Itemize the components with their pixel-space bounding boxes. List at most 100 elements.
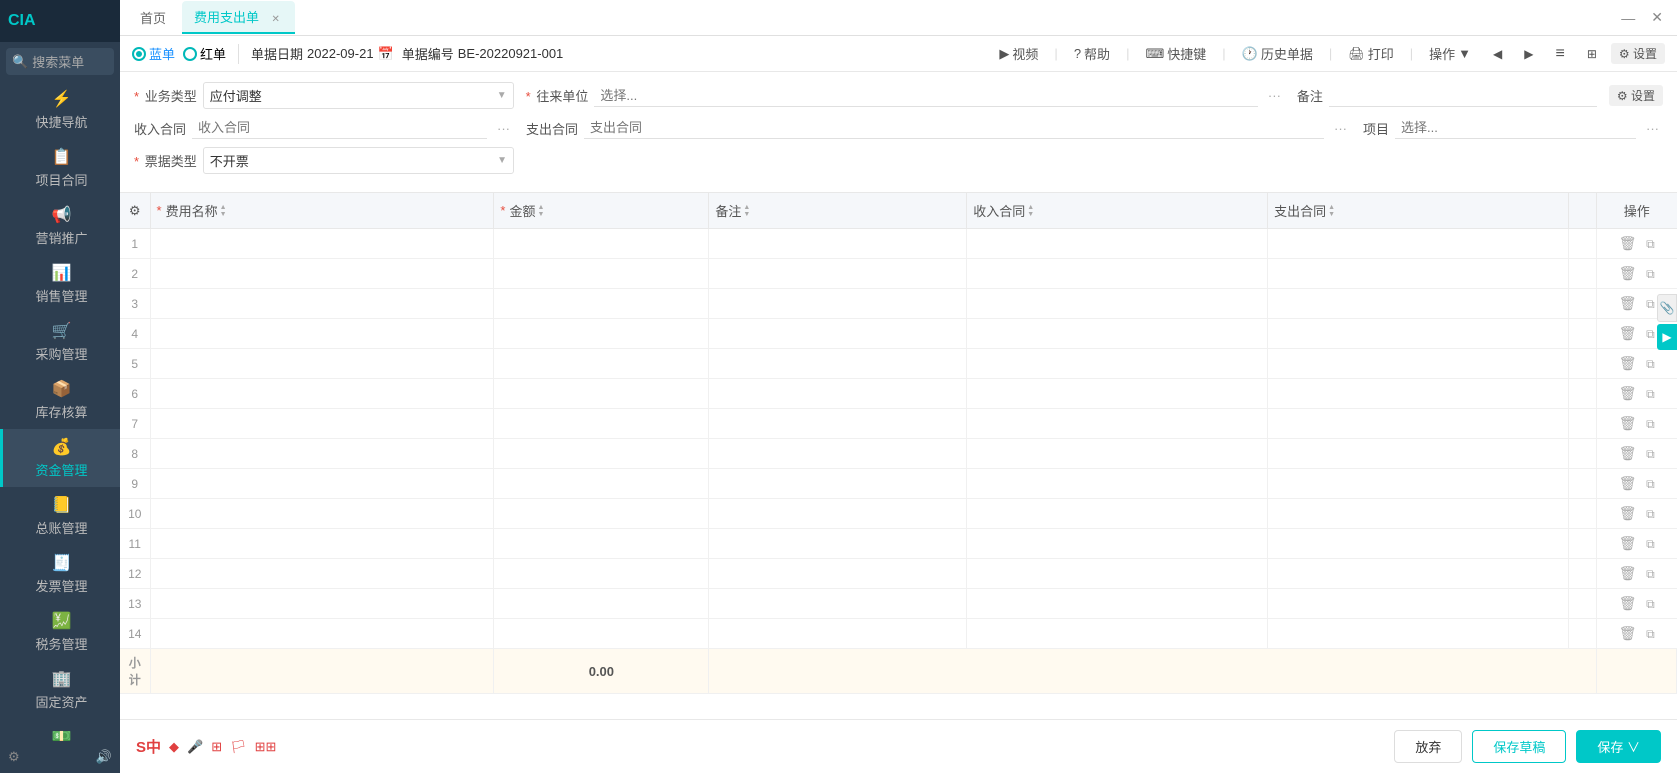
save-button[interactable]: 保存 ∨ bbox=[1576, 730, 1661, 763]
col-set-btn[interactable]: ⚙ 设置 bbox=[1609, 85, 1663, 106]
expense-contract-cell[interactable] bbox=[1268, 289, 1569, 319]
note-cell[interactable] bbox=[709, 619, 967, 649]
amount-cell[interactable] bbox=[494, 349, 709, 379]
amount-cell[interactable] bbox=[494, 409, 709, 439]
copy-icon[interactable]: ⧉ bbox=[1643, 387, 1658, 401]
sidebar-item-accounting[interactable]: 📒 总账管理 bbox=[0, 487, 120, 545]
sidebar-item-project-contract[interactable]: 📋 项目合同 bbox=[0, 139, 120, 197]
set-btn[interactable]: ⚙ 设置 bbox=[1611, 43, 1665, 64]
print-btn[interactable]: 🖨 打印 bbox=[1342, 42, 1400, 65]
sidebar-item-marketing[interactable]: 📢 营销推广 bbox=[0, 197, 120, 255]
amount-cell[interactable] bbox=[494, 319, 709, 349]
expense-name-cell[interactable] bbox=[150, 319, 494, 349]
expense-contract-cell[interactable] bbox=[1268, 319, 1569, 349]
delete-icon[interactable]: 🗑 bbox=[1616, 355, 1640, 371]
amount-cell[interactable] bbox=[494, 589, 709, 619]
delete-icon[interactable]: 🗑 bbox=[1616, 445, 1640, 461]
copy-icon[interactable]: ⧉ bbox=[1643, 357, 1658, 371]
income-contract-cell[interactable] bbox=[967, 259, 1268, 289]
expense-contract-cell[interactable] bbox=[1268, 379, 1569, 409]
tab-expense-bill[interactable]: 费用支出单 ✕ bbox=[182, 1, 295, 35]
expense-contract-cell[interactable] bbox=[1268, 529, 1569, 559]
copy-icon[interactable]: ⧉ bbox=[1643, 597, 1658, 611]
volume-icon[interactable]: 🔊 bbox=[96, 749, 112, 765]
note-cell[interactable] bbox=[709, 439, 967, 469]
note-cell[interactable] bbox=[709, 409, 967, 439]
amount-cell[interactable] bbox=[494, 259, 709, 289]
delete-icon[interactable]: 🗑 bbox=[1616, 265, 1640, 281]
project-input[interactable] bbox=[1395, 117, 1636, 139]
delete-icon[interactable]: 🗑 bbox=[1616, 535, 1640, 551]
expense-contract-dots[interactable]: ··· bbox=[1330, 121, 1351, 136]
expense-name-cell[interactable] bbox=[150, 619, 494, 649]
expense-name-cell[interactable] bbox=[150, 379, 494, 409]
minimize-btn[interactable]: — bbox=[1615, 8, 1641, 28]
tab-home[interactable]: 首页 bbox=[128, 2, 178, 33]
delete-icon[interactable]: 🗑 bbox=[1616, 385, 1640, 401]
expense-name-cell[interactable] bbox=[150, 229, 494, 259]
partner-input[interactable] bbox=[594, 85, 1258, 107]
sidebar-item-purchase[interactable]: 🛒 采购管理 bbox=[0, 313, 120, 371]
expense-name-cell[interactable] bbox=[150, 289, 494, 319]
amount-cell[interactable] bbox=[494, 619, 709, 649]
nav-next-btn[interactable]: ▶ bbox=[1518, 45, 1539, 63]
expense-name-cell[interactable] bbox=[150, 409, 494, 439]
sort-arrows-expense[interactable]: ▲▼ bbox=[220, 204, 227, 218]
amount-cell[interactable] bbox=[494, 559, 709, 589]
sort-arrows-note[interactable]: ▲▼ bbox=[743, 204, 750, 218]
note-cell[interactable] bbox=[709, 319, 967, 349]
amount-cell[interactable] bbox=[494, 499, 709, 529]
expense-name-cell[interactable] bbox=[150, 559, 494, 589]
sidebar-search[interactable]: 🔍 搜索菜单 bbox=[6, 48, 114, 75]
income-contract-cell[interactable] bbox=[967, 409, 1268, 439]
sidebar-item-invoice[interactable]: 🧾 发票管理 bbox=[0, 545, 120, 603]
note-cell[interactable] bbox=[709, 559, 967, 589]
sidebar-item-quick-nav[interactable]: ⚡ 快捷导航 bbox=[0, 81, 120, 139]
calendar-icon[interactable]: 📅 bbox=[378, 46, 394, 62]
close-icon[interactable]: ✕ bbox=[269, 12, 283, 26]
expense-contract-cell[interactable] bbox=[1268, 589, 1569, 619]
sort-arrows-amount[interactable]: ▲▼ bbox=[537, 204, 544, 218]
income-contract-cell[interactable] bbox=[967, 589, 1268, 619]
delete-icon[interactable]: 🗑 bbox=[1616, 295, 1640, 311]
note-cell[interactable] bbox=[709, 229, 967, 259]
income-contract-cell[interactable] bbox=[967, 469, 1268, 499]
expense-contract-cell[interactable] bbox=[1268, 409, 1569, 439]
income-contract-dots[interactable]: ··· bbox=[493, 121, 514, 136]
income-contract-cell[interactable] bbox=[967, 379, 1268, 409]
delete-icon[interactable]: 🗑 bbox=[1616, 625, 1640, 641]
shortcut-btn[interactable]: ⌨ 快捷键 bbox=[1139, 42, 1212, 65]
expense-name-cell[interactable] bbox=[150, 439, 494, 469]
radio-red[interactable]: 红单 bbox=[183, 44, 226, 63]
note-cell[interactable] bbox=[709, 349, 967, 379]
sidebar-item-capital[interactable]: 💰 资金管理 bbox=[0, 429, 120, 487]
sidebar-item-sales[interactable]: 📊 销售管理 bbox=[0, 255, 120, 313]
copy-icon[interactable]: ⧉ bbox=[1643, 267, 1658, 281]
attachment-btn[interactable]: 📎 bbox=[1657, 294, 1677, 322]
income-contract-cell[interactable] bbox=[967, 319, 1268, 349]
expense-contract-input[interactable] bbox=[584, 117, 1324, 139]
note-cell[interactable] bbox=[709, 499, 967, 529]
delete-icon[interactable]: 🗑 bbox=[1616, 415, 1640, 431]
delete-icon[interactable]: 🗑 bbox=[1616, 565, 1640, 581]
save-draft-button[interactable]: 保存草稿 bbox=[1472, 730, 1566, 763]
note-cell[interactable] bbox=[709, 259, 967, 289]
nav-prev-btn[interactable]: ◀ bbox=[1487, 45, 1508, 63]
sidebar-item-salary[interactable]: 💵 工资 bbox=[0, 719, 120, 741]
expense-name-cell[interactable] bbox=[150, 259, 494, 289]
expense-name-cell[interactable] bbox=[150, 589, 494, 619]
sidebar-item-inventory[interactable]: 📦 库存核算 bbox=[0, 371, 120, 429]
expense-contract-cell[interactable] bbox=[1268, 439, 1569, 469]
amount-cell[interactable] bbox=[494, 229, 709, 259]
copy-icon[interactable]: ⧉ bbox=[1643, 507, 1658, 521]
income-contract-input[interactable] bbox=[192, 117, 487, 139]
expense-name-cell[interactable] bbox=[150, 499, 494, 529]
green-panel-btn[interactable]: ▶ bbox=[1657, 324, 1677, 350]
amount-cell[interactable] bbox=[494, 289, 709, 319]
video-btn[interactable]: ▶ 视频 bbox=[993, 42, 1044, 65]
income-contract-cell[interactable] bbox=[967, 289, 1268, 319]
sidebar-item-tax[interactable]: 💹 税务管理 bbox=[0, 603, 120, 661]
copy-icon[interactable]: ⧉ bbox=[1643, 447, 1658, 461]
expense-name-cell[interactable] bbox=[150, 469, 494, 499]
copy-icon[interactable]: ⧉ bbox=[1643, 567, 1658, 581]
